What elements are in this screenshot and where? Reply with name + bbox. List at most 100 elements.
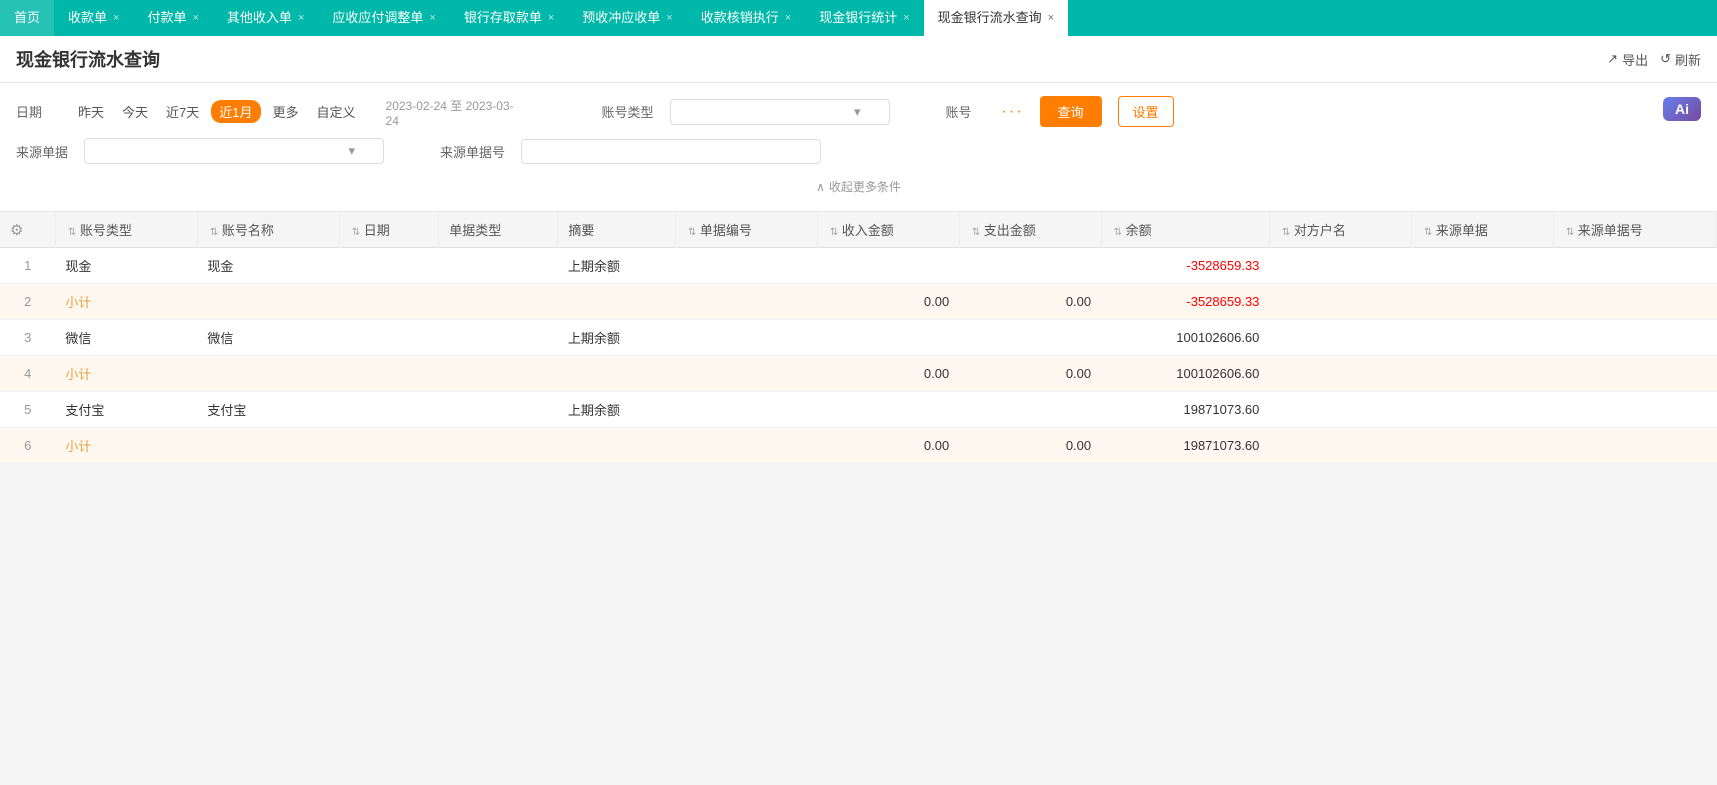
date-option-more[interactable]: 更多 bbox=[267, 100, 305, 123]
nav-close-other-income[interactable]: × bbox=[298, 0, 304, 36]
row-num: 3 bbox=[0, 320, 55, 356]
gear-icon[interactable]: ⚙ bbox=[10, 222, 23, 239]
date-option-today[interactable]: 今天 bbox=[116, 100, 154, 123]
counterparty-cell bbox=[1269, 248, 1411, 284]
balance-cell: -3528659.33 bbox=[1101, 284, 1269, 320]
col-source-doc[interactable]: ⇅ 来源单据 bbox=[1411, 212, 1553, 248]
date-option-yesterday[interactable]: 昨天 bbox=[72, 100, 110, 123]
account-type-cell: 小计 bbox=[55, 284, 197, 320]
account-name-cell bbox=[197, 356, 339, 392]
nav-item-receipt[interactable]: 收款单 × bbox=[54, 0, 133, 36]
date-filter-label: 日期 bbox=[16, 102, 56, 121]
col-doc-no[interactable]: ⇅ 单据编号 bbox=[675, 212, 817, 248]
chevron-down-icon: ▾ bbox=[854, 104, 861, 120]
col-counterparty[interactable]: ⇅ 对方户名 bbox=[1269, 212, 1411, 248]
col-summary[interactable]: 摘要 bbox=[558, 212, 675, 248]
date-option-custom[interactable]: 自定义 bbox=[311, 100, 362, 123]
col-balance[interactable]: ⇅ 余额 bbox=[1101, 212, 1269, 248]
col-account-type[interactable]: ⇅ 账号类型 bbox=[55, 212, 197, 248]
nav-item-stats[interactable]: 现金银行统计 × bbox=[805, 0, 923, 36]
setting-button[interactable]: 设置 bbox=[1118, 96, 1174, 127]
doc-no-cell bbox=[675, 248, 817, 284]
nav-item-bank-deposit[interactable]: 银行存取款单 × bbox=[450, 0, 568, 36]
nav-close-receipt[interactable]: × bbox=[113, 0, 119, 36]
nav-close-prepaid[interactable]: × bbox=[666, 0, 672, 36]
doc-no-cell bbox=[675, 356, 817, 392]
date-option-7days[interactable]: 近7天 bbox=[160, 100, 205, 123]
nav-close-cash-flow[interactable]: × bbox=[1048, 0, 1054, 36]
counterparty-cell bbox=[1269, 392, 1411, 428]
source-doc-no-cell bbox=[1553, 356, 1716, 392]
nav-label-adjustment: 应收应付调整单 bbox=[332, 0, 423, 36]
account-type-cell: 现金 bbox=[55, 248, 197, 284]
nav-item-other-income[interactable]: 其他收入单 × bbox=[213, 0, 318, 36]
counterparty-cell bbox=[1269, 284, 1411, 320]
source-doc-select[interactable]: ▾ bbox=[84, 138, 384, 164]
refresh-button[interactable]: ↺ 刷新 bbox=[1660, 50, 1701, 69]
nav-close-bank-deposit[interactable]: × bbox=[548, 0, 554, 36]
account-type-cell: 支付宝 bbox=[55, 392, 197, 428]
col-income[interactable]: ⇅ 收入金额 bbox=[817, 212, 959, 248]
table-header-row: ⚙ ⇅ 账号类型 ⇅ 账号名称 ⇅ 日期 单据类型 摘要 ⇅ 单据编号 ⇅ 收入… bbox=[0, 212, 1717, 248]
doc-no-cell bbox=[675, 320, 817, 356]
source-doc-no-input[interactable] bbox=[521, 139, 821, 164]
nav-item-home[interactable]: 首页 bbox=[0, 0, 54, 36]
account-name-cell: 微信 bbox=[197, 320, 339, 356]
account-dots[interactable]: ··· bbox=[1002, 103, 1024, 121]
col-account-name[interactable]: ⇅ 账号名称 bbox=[197, 212, 339, 248]
filter-row-2: 来源单据 ▾ 来源单据号 bbox=[16, 138, 1701, 164]
col-date[interactable]: ⇅ 日期 bbox=[339, 212, 439, 248]
source-doc-no-cell bbox=[1553, 428, 1716, 464]
nav-label-cash-flow: 现金银行流水查询 bbox=[938, 0, 1042, 36]
table-body: 1现金现金上期余额-3528659.332小计0.000.00-3528659.… bbox=[0, 248, 1717, 464]
nav-item-adjustment[interactable]: 应收应付调整单 × bbox=[318, 0, 449, 36]
doc-type-cell bbox=[439, 320, 558, 356]
account-type-cell: 小计 bbox=[55, 428, 197, 464]
account-type-cell: 小计 bbox=[55, 356, 197, 392]
date-option-1month[interactable]: 近1月 bbox=[211, 100, 260, 123]
filter-area: 日期 昨天 今天 近7天 近1月 更多 自定义 2023-02-24 至 202… bbox=[0, 83, 1717, 212]
nav-close-payment[interactable]: × bbox=[192, 0, 198, 36]
balance-cell: 19871073.60 bbox=[1101, 428, 1269, 464]
balance-cell: 100102606.60 bbox=[1101, 356, 1269, 392]
col-expense[interactable]: ⇅ 支出金额 bbox=[959, 212, 1101, 248]
row-num: 5 bbox=[0, 392, 55, 428]
col-source-doc-no[interactable]: ⇅ 来源单据号 bbox=[1553, 212, 1716, 248]
nav-close-stats[interactable]: × bbox=[903, 0, 909, 36]
expense-cell: 0.00 bbox=[959, 356, 1101, 392]
nav-label-prepaid: 预收冲应收单 bbox=[582, 0, 660, 36]
source-doc-label: 来源单据 bbox=[16, 142, 68, 161]
account-type-select[interactable]: ▾ bbox=[670, 99, 890, 125]
col-doc-type[interactable]: 单据类型 bbox=[439, 212, 558, 248]
data-table: ⚙ ⇅ 账号类型 ⇅ 账号名称 ⇅ 日期 单据类型 摘要 ⇅ 单据编号 ⇅ 收入… bbox=[0, 212, 1717, 464]
nav-item-verify[interactable]: 收款核销执行 × bbox=[687, 0, 805, 36]
summary-cell: 上期余额 bbox=[558, 320, 675, 356]
balance-cell: 19871073.60 bbox=[1101, 392, 1269, 428]
expense-cell bbox=[959, 248, 1101, 284]
col-gear[interactable]: ⚙ bbox=[0, 212, 55, 248]
source-doc-cell bbox=[1411, 392, 1553, 428]
expense-cell bbox=[959, 320, 1101, 356]
nav-item-cash-flow[interactable]: 现金银行流水查询 × bbox=[924, 0, 1068, 36]
ai-badge[interactable]: Ai bbox=[1663, 97, 1701, 121]
query-button[interactable]: 查询 bbox=[1040, 96, 1102, 127]
account-name-cell bbox=[197, 428, 339, 464]
counterparty-cell bbox=[1269, 320, 1411, 356]
summary-cell bbox=[558, 428, 675, 464]
doc-no-cell bbox=[675, 392, 817, 428]
nav-close-verify[interactable]: × bbox=[785, 0, 791, 36]
nav-close-adjustment[interactable]: × bbox=[429, 0, 435, 36]
counterparty-cell bbox=[1269, 356, 1411, 392]
nav-item-payment[interactable]: 付款单 × bbox=[133, 0, 212, 36]
filter-row-1: 日期 昨天 今天 近7天 近1月 更多 自定义 2023-02-24 至 202… bbox=[16, 95, 1701, 128]
income-cell bbox=[817, 392, 959, 428]
export-button[interactable]: ↗ 导出 bbox=[1607, 50, 1648, 69]
counterparty-cell bbox=[1269, 428, 1411, 464]
doc-type-cell bbox=[439, 392, 558, 428]
balance-cell: -3528659.33 bbox=[1101, 248, 1269, 284]
nav-item-prepaid[interactable]: 预收冲应收单 × bbox=[568, 0, 686, 36]
collapse-bar[interactable]: ∧ 收起更多条件 bbox=[16, 174, 1701, 199]
income-cell: 0.00 bbox=[817, 428, 959, 464]
sort-icon-account-type: ⇅ bbox=[68, 227, 76, 238]
sort-icon-account-name: ⇅ bbox=[210, 227, 218, 238]
